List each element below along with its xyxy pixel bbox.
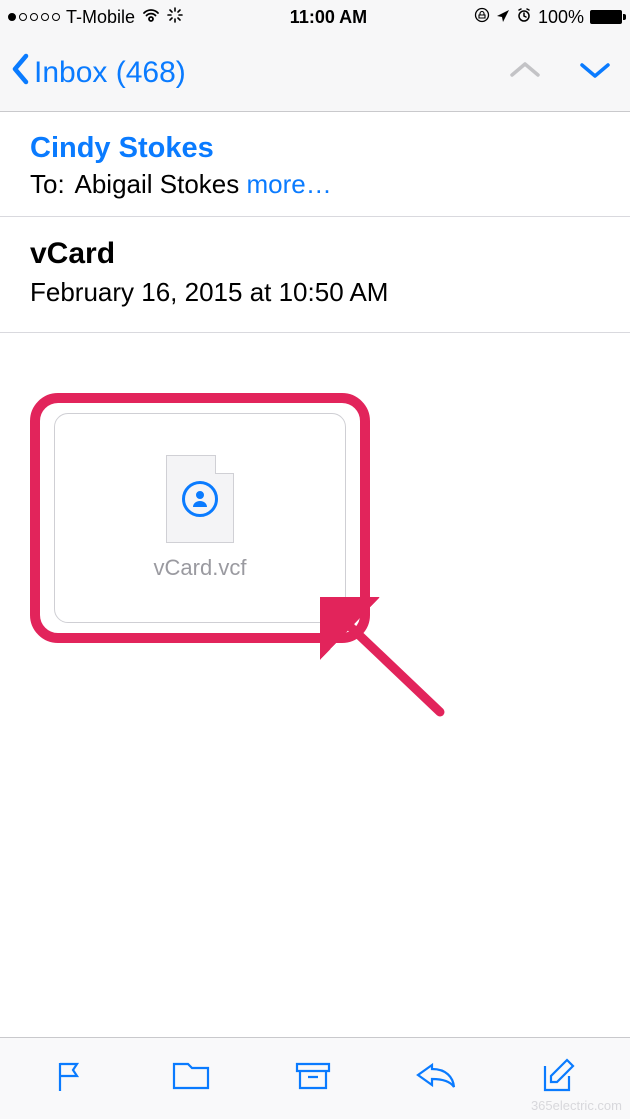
status-bar-right: 100% (474, 7, 622, 28)
orientation-lock-icon (474, 7, 490, 28)
subject-text: vCard (30, 237, 600, 271)
vcard-file-icon (166, 455, 234, 543)
move-to-folder-button[interactable] (170, 1057, 212, 1100)
signal-strength-icon (8, 13, 60, 21)
message-header: Cindy Stokes To: Abigail Stokes more… (0, 112, 630, 217)
archive-button[interactable] (293, 1057, 333, 1100)
wifi-icon (141, 7, 161, 28)
carrier-label: T-Mobile (66, 7, 135, 28)
recipient-line: To: Abigail Stokes more… (30, 169, 600, 200)
status-bar: T-Mobile 11:00 AM 100% (0, 0, 630, 34)
battery-icon (590, 10, 622, 24)
reply-button[interactable] (414, 1057, 458, 1100)
next-message-button[interactable] (578, 59, 612, 86)
back-label: Inbox (468) (34, 56, 186, 90)
previous-message-button[interactable] (508, 59, 542, 86)
loading-icon (167, 7, 183, 28)
message-body: vCard.vcf (0, 333, 630, 973)
annotation-arrow-icon (320, 597, 460, 732)
location-icon (496, 7, 510, 28)
more-recipients-button[interactable]: more… (246, 169, 331, 199)
battery-percentage: 100% (538, 7, 584, 28)
attachment-card[interactable]: vCard.vcf (54, 413, 346, 623)
sender-name[interactable]: Cindy Stokes (30, 132, 600, 165)
message-date: February 16, 2015 at 10:50 AM (30, 277, 600, 308)
chevron-left-icon (10, 52, 30, 94)
contact-icon (182, 481, 218, 517)
attachment-filename: vCard.vcf (154, 555, 247, 581)
compose-button[interactable] (539, 1056, 579, 1101)
annotation-highlight: vCard.vcf (30, 393, 370, 643)
flag-button[interactable] (51, 1057, 89, 1100)
status-time: 11:00 AM (290, 7, 367, 28)
alarm-icon (516, 7, 532, 28)
subject-block: vCard February 16, 2015 at 10:50 AM (0, 217, 630, 333)
recipient-name[interactable]: Abigail Stokes (74, 169, 239, 199)
watermark-text: 365electric.com (531, 1098, 622, 1113)
back-button[interactable]: Inbox (468) (10, 52, 186, 94)
nav-bar: Inbox (468) (0, 34, 630, 112)
to-label: To: (30, 169, 65, 199)
nav-message-arrows (508, 59, 612, 86)
status-bar-left: T-Mobile (8, 7, 183, 28)
